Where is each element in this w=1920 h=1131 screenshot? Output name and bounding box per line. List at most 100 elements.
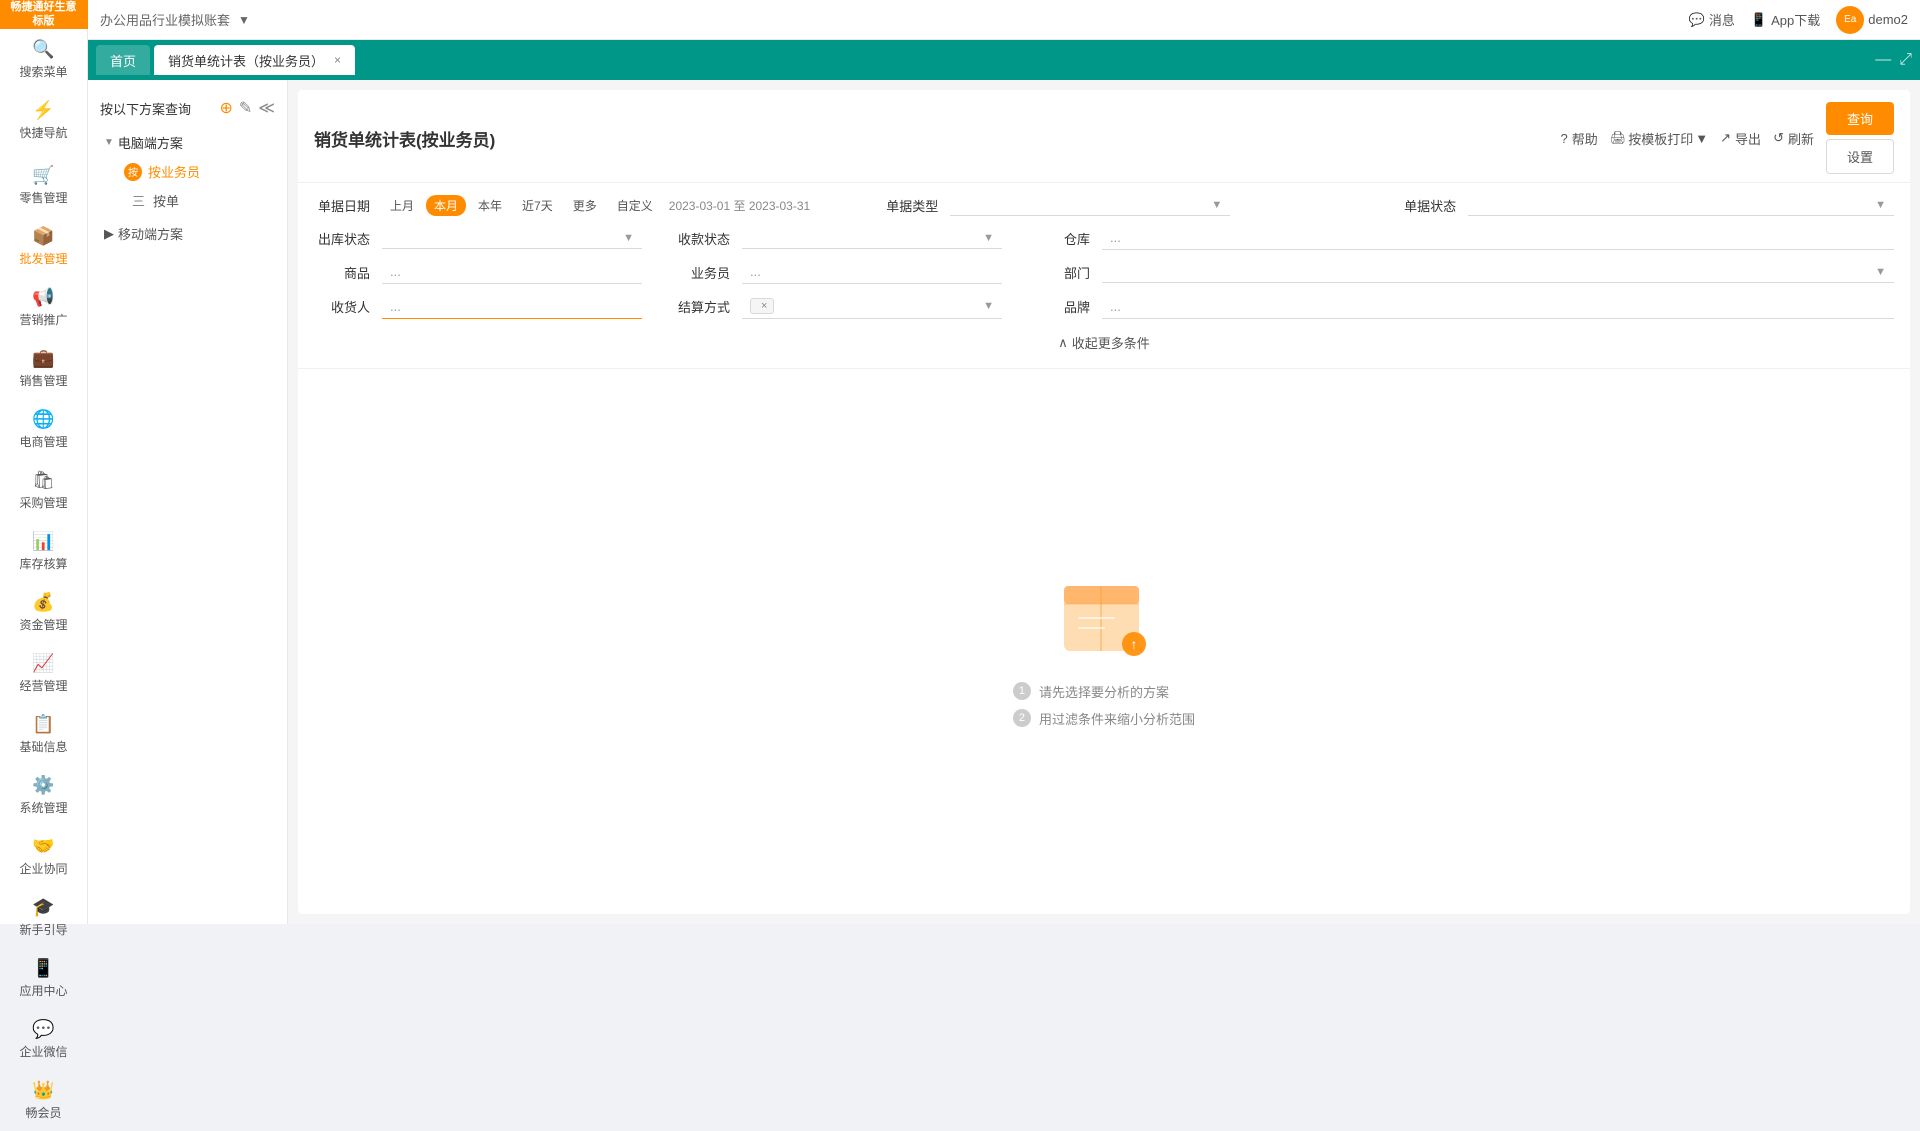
goods-label: 商品: [314, 263, 370, 282]
collapse-label: 收起更多条件: [1072, 333, 1150, 352]
sidebar-item-sales[interactable]: 💼 销售管理: [0, 338, 87, 399]
app-download-btn[interactable]: 📱 App下载: [1751, 10, 1820, 29]
user-menu[interactable]: Ea demo2: [1836, 6, 1908, 34]
help-label: 帮助: [1572, 129, 1598, 148]
top-nav-left: 办公用品行业模拟账套 ▼: [100, 10, 250, 29]
date-tabs: 上月 本月 本年 近7天 更多 自定义 2023-03-01 至 2023-03…: [382, 195, 810, 216]
mobile-group-label[interactable]: ▶ 移动端方案: [96, 219, 279, 248]
date-tab-more[interactable]: 更多: [565, 195, 605, 216]
sidebar-retail-label: 零售管理: [19, 189, 67, 206]
query-button[interactable]: 查询: [1826, 102, 1894, 135]
sidebar-item-operations[interactable]: 📈 经营管理: [0, 643, 87, 704]
newbie-icon: 🎓: [32, 897, 54, 918]
content-area: 按以下方案查询 ⊕ ✎ ≪ ▼ 电脑端方案 按 按业务员: [88, 80, 1920, 924]
settings-button[interactable]: 设置: [1826, 139, 1894, 174]
username-label: demo2: [1868, 12, 1908, 27]
collection-status-select[interactable]: ▼: [742, 228, 1002, 249]
member-icon: 👑: [32, 1080, 54, 1101]
staff-select[interactable]: ...: [742, 260, 1002, 284]
edit-scheme-icon[interactable]: ✎: [239, 98, 252, 118]
sidebar-item-appstore[interactable]: 📱 应用中心: [0, 948, 87, 1009]
filter-row-status: 出库状态 ▼ 收款状态 ▼ 仓库 ...: [314, 226, 1894, 250]
date-tab-this-month[interactable]: 本月: [426, 195, 466, 216]
doc-status-select[interactable]: ▼: [1468, 195, 1894, 216]
tab-minimize-icon[interactable]: —: [1875, 51, 1891, 69]
empty-box-svg: ↑: [1044, 556, 1164, 666]
tab-home[interactable]: 首页: [96, 45, 150, 75]
filter-row-date: 单据日期 上月 本月 本年 近7天 更多 自定义 2023-03-01 至 20…: [314, 195, 1894, 216]
collapse-panel-icon[interactable]: ≪: [258, 98, 275, 118]
refresh-btn[interactable]: ↺ 刷新: [1773, 129, 1814, 148]
add-scheme-icon[interactable]: ⊕: [219, 98, 232, 118]
sidebar-quick-nav[interactable]: ⚡ 快捷导航: [0, 90, 87, 151]
date-tab-this-year[interactable]: 本年: [470, 195, 510, 216]
top-nav: 办公用品行业模拟账套 ▼ 💬 消息 📱 App下载 Ea demo2: [88, 0, 1920, 40]
tip-1-text: 请先选择要分析的方案: [1039, 682, 1169, 701]
inventory-icon: 📊: [32, 531, 54, 552]
sidebar-search[interactable]: 🔍 搜索菜单: [0, 29, 87, 90]
sidebar-basic-label: 基础信息: [19, 738, 67, 755]
empty-illustration: ↑: [1044, 556, 1164, 666]
active-dot-icon: 按: [124, 163, 142, 181]
goods-select[interactable]: ...: [382, 260, 642, 284]
print-btn[interactable]: 🖨 按模板打印 ▼: [1610, 129, 1708, 148]
department-select[interactable]: ▼: [1102, 262, 1894, 283]
sidebar-item-member[interactable]: 👑 畅会员: [0, 1070, 87, 1131]
collapse-filters-btn[interactable]: ∧ 收起更多条件: [1046, 329, 1162, 356]
sidebar-item-purchase[interactable]: 🛍 采购管理: [0, 460, 87, 521]
desktop-group-label[interactable]: ▼ 电脑端方案: [96, 128, 279, 157]
brand-select[interactable]: ...: [1102, 295, 1894, 319]
date-tab-last-month[interactable]: 上月: [382, 195, 422, 216]
sidebar-search-label: 搜索菜单: [19, 63, 67, 80]
sidebar-item-basic[interactable]: 📋 基础信息: [0, 704, 87, 765]
sidebar-item-wholesale[interactable]: 📦 批发管理: [0, 216, 87, 277]
main-area: 办公用品行业模拟账套 ▼ 💬 消息 📱 App下载 Ea demo2 首页: [88, 0, 1920, 924]
settlement-tag-close-icon[interactable]: ×: [761, 300, 767, 312]
out-status-arrow-icon: ▼: [623, 232, 634, 244]
app-logo: 畅捷通好生意标版: [0, 0, 88, 29]
sidebar-item-enterprise[interactable]: 🤝 企业协同: [0, 826, 87, 887]
settlement-select[interactable]: × ▼: [742, 294, 1002, 319]
quick-nav-icon: ⚡: [32, 100, 54, 121]
tab-sales-stat[interactable]: 销货单统计表（按业务员） ×: [154, 45, 355, 75]
help-btn[interactable]: ? 帮助: [1560, 129, 1597, 148]
page-actions: ? 帮助 🖨 按模板打印 ▼ ↗ 导出: [1560, 102, 1894, 174]
mobile-group-text: 移动端方案: [118, 224, 183, 243]
order-icon: 三: [132, 191, 145, 210]
doc-status-arrow-icon: ▼: [1875, 199, 1886, 211]
sidebar-item-newbie[interactable]: 🎓 新手引导: [0, 887, 87, 948]
print-label[interactable]: 按模板打印: [1628, 129, 1693, 148]
sidebar-item-ecommerce[interactable]: 🌐 电商管理: [0, 399, 87, 460]
out-status-select[interactable]: ▼: [382, 228, 642, 249]
industry-dropdown-icon[interactable]: ▼: [238, 13, 250, 27]
sidebar-wechat-label: 企业微信: [19, 1043, 67, 1060]
tip-num-1: 1: [1013, 682, 1031, 700]
export-btn[interactable]: ↗ 导出: [1720, 129, 1761, 148]
sidebar-item-system[interactable]: ⚙️ 系统管理: [0, 765, 87, 826]
message-btn[interactable]: 💬 消息: [1689, 10, 1735, 29]
settlement-arrow-icon: ▼: [983, 300, 994, 312]
sidebar-item-finance[interactable]: 💰 资金管理: [0, 582, 87, 643]
date-tab-last7[interactable]: 近7天: [514, 195, 561, 216]
mobile-group: ▶ 移动端方案: [96, 219, 279, 248]
tree-item-by-staff[interactable]: 按 按业务员: [96, 157, 279, 186]
tree-item-by-order[interactable]: 三 按单: [96, 186, 279, 215]
sidebar-item-wechat[interactable]: 💬 企业微信: [0, 1009, 87, 1070]
sidebar-item-retail[interactable]: 🛒 零售管理: [0, 155, 87, 216]
app-icon: 📱: [1751, 12, 1767, 28]
sidebar-item-marketing[interactable]: 📢 营销推广: [0, 277, 87, 338]
avatar: Ea: [1836, 6, 1864, 34]
receiver-input[interactable]: ...: [382, 295, 642, 319]
doc-status-label: 单据状态: [1400, 196, 1456, 215]
warehouse-select[interactable]: ...: [1102, 226, 1894, 250]
empty-tips: 1 请先选择要分析的方案 2 用过滤条件来缩小分析范围: [1013, 682, 1195, 728]
tab-expand-icon[interactable]: ⤢: [1899, 51, 1912, 69]
empty-state: ↑ 1 请先选择要分析的方案 2 用过滤条件来缩小分析范围: [298, 369, 1910, 914]
print-dropdown-icon[interactable]: ▼: [1695, 131, 1708, 146]
doc-type-select[interactable]: ▼: [950, 195, 1230, 216]
date-tab-custom[interactable]: 自定义: [609, 195, 661, 216]
department-arrow-icon: ▼: [1875, 266, 1886, 278]
tab-close-icon[interactable]: ×: [334, 53, 341, 67]
sidebar-wholesale-label: 批发管理: [19, 250, 67, 267]
sidebar-item-inventory[interactable]: 📊 库存核算: [0, 521, 87, 582]
